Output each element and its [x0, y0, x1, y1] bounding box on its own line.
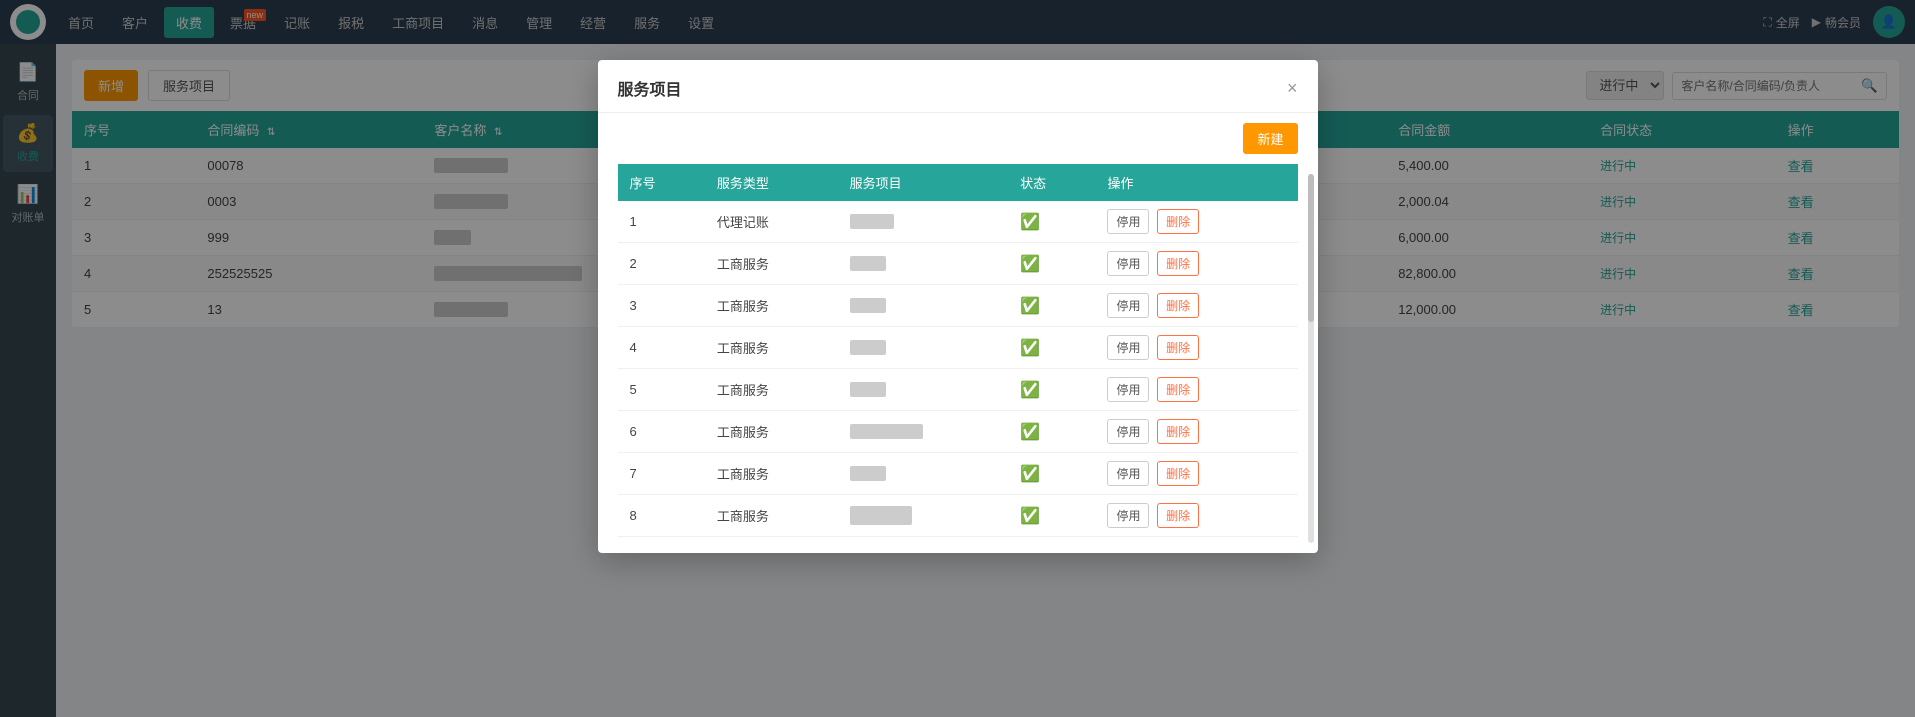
item-name-blurred: ████注册: [850, 506, 913, 525]
modal-cell-status: ✅: [1008, 285, 1095, 327]
modal-cell-action: 停用 删除: [1095, 243, 1297, 285]
modal-cell-seq: 2: [618, 243, 705, 285]
scrollbar-thumb[interactable]: [1308, 174, 1314, 322]
modal-toolbar: 新建: [598, 113, 1318, 164]
modal-cell-item: ████: [838, 327, 1009, 369]
modal-table-row: 4 工商服务 ████ ✅ 停用 删除: [618, 327, 1298, 369]
modal-cell-action: 停用 删除: [1095, 369, 1297, 411]
modal-cell-item: ████: [838, 285, 1009, 327]
status-check-icon: ✅: [1020, 466, 1040, 483]
modal-cell-item: ████: [838, 243, 1009, 285]
modal-title: 服务项目: [618, 76, 682, 100]
stop-button[interactable]: 停用: [1107, 293, 1149, 318]
modal-cell-type: 工商服务: [705, 453, 838, 495]
modal-cell-seq: 3: [618, 285, 705, 327]
modal-header: 服务项目 ×: [598, 60, 1318, 113]
modal-cell-action: 停用 删除: [1095, 201, 1297, 243]
modal-cell-seq: 8: [618, 495, 705, 537]
modal-cell-item: ████注册: [838, 495, 1009, 537]
modal-cell-status: ✅: [1008, 453, 1095, 495]
modal-cell-type: 工商服务: [705, 411, 838, 453]
modal-cell-action: 停用 删除: [1095, 285, 1297, 327]
status-check-icon: ✅: [1020, 298, 1040, 315]
item-name-blurred: ████: [850, 298, 887, 313]
delete-button[interactable]: 删除: [1157, 461, 1199, 486]
modal-cell-action: 停用 删除: [1095, 495, 1297, 537]
status-check-icon: ✅: [1020, 256, 1040, 273]
scrollbar-track: [1308, 174, 1314, 543]
stop-button[interactable]: 停用: [1107, 419, 1149, 444]
modal-cell-action: 停用 删除: [1095, 327, 1297, 369]
stop-button[interactable]: 停用: [1107, 377, 1149, 402]
modal-table-row: 7 工商服务 ████ ✅ 停用 删除: [618, 453, 1298, 495]
modal-cell-seq: 5: [618, 369, 705, 411]
modal-cell-item: ████: [838, 453, 1009, 495]
modal-cell-action: 停用 删除: [1095, 453, 1297, 495]
modal-cell-status: ✅: [1008, 201, 1095, 243]
service-items-table: 序号 服务类型 服务项目 状态 操作 1 代理记账 ████1 ✅ 停用 删除 …: [618, 164, 1298, 537]
modal-cell-type: 工商服务: [705, 243, 838, 285]
stop-button[interactable]: 停用: [1107, 335, 1149, 360]
delete-button[interactable]: 删除: [1157, 251, 1199, 276]
status-check-icon: ✅: [1020, 508, 1040, 525]
modal-cell-seq: 4: [618, 327, 705, 369]
modal-cell-item: ████1: [838, 201, 1009, 243]
modal-cell-type: 工商服务: [705, 495, 838, 537]
modal-table-row: 8 工商服务 ████注册 ✅ 停用 删除: [618, 495, 1298, 537]
modal-cell-status: ✅: [1008, 411, 1095, 453]
modal-cell-status: ✅: [1008, 369, 1095, 411]
modal-cell-status: ✅: [1008, 243, 1095, 285]
modal-cell-action: 停用 删除: [1095, 411, 1297, 453]
modal-cell-type: 代理记账: [705, 201, 838, 243]
item-name-blurred: ████: [850, 382, 887, 397]
modal-cell-seq: 1: [618, 201, 705, 243]
modal-cell-type: 工商服务: [705, 369, 838, 411]
item-name-blurred: ████1: [850, 214, 894, 229]
delete-button[interactable]: 删除: [1157, 419, 1199, 444]
stop-button[interactable]: 停用: [1107, 503, 1149, 528]
modal-table-row: 3 工商服务 ████ ✅ 停用 删除: [618, 285, 1298, 327]
status-check-icon: ✅: [1020, 340, 1040, 357]
modal-col-status: 状态: [1008, 164, 1095, 201]
modal-cell-type: 工商服务: [705, 327, 838, 369]
modal-col-seq: 序号: [618, 164, 705, 201]
stop-button[interactable]: 停用: [1107, 209, 1149, 234]
modal-table-row: 5 工商服务 ████ ✅ 停用 删除: [618, 369, 1298, 411]
modal-overlay[interactable]: 服务项目 × 新建 序号 服务类型 服务项目 状态 操作 1 代理记账 ████: [0, 0, 1915, 717]
modal-cell-status: ✅: [1008, 327, 1095, 369]
stop-button[interactable]: 停用: [1107, 251, 1149, 276]
modal-cell-status: ✅: [1008, 495, 1095, 537]
delete-button[interactable]: 删除: [1157, 293, 1199, 318]
modal-body: 序号 服务类型 服务项目 状态 操作 1 代理记账 ████1 ✅ 停用 删除 …: [598, 164, 1318, 553]
service-items-modal: 服务项目 × 新建 序号 服务类型 服务项目 状态 操作 1 代理记账 ████: [598, 60, 1318, 553]
modal-cell-seq: 6: [618, 411, 705, 453]
modal-table-row: 2 工商服务 ████ ✅ 停用 删除: [618, 243, 1298, 285]
status-check-icon: ✅: [1020, 424, 1040, 441]
status-check-icon: ✅: [1020, 214, 1040, 231]
modal-table-row: 1 代理记账 ████1 ✅ 停用 删除: [618, 201, 1298, 243]
modal-cell-type: 工商服务: [705, 285, 838, 327]
modal-table-row: 6 工商服务 ████████ ✅ 停用 删除: [618, 411, 1298, 453]
delete-button[interactable]: 删除: [1157, 209, 1199, 234]
item-name-blurred: ████: [850, 340, 887, 355]
delete-button[interactable]: 删除: [1157, 377, 1199, 402]
modal-cell-seq: 7: [618, 453, 705, 495]
modal-col-type: 服务类型: [705, 164, 838, 201]
item-name-blurred: ████: [850, 256, 887, 271]
item-name-blurred: ████: [850, 466, 887, 481]
status-check-icon: ✅: [1020, 382, 1040, 399]
modal-col-action: 操作: [1095, 164, 1297, 201]
delete-button[interactable]: 删除: [1157, 503, 1199, 528]
modal-col-item: 服务项目: [838, 164, 1009, 201]
modal-cell-item: ████████: [838, 411, 1009, 453]
modal-new-button[interactable]: 新建: [1243, 123, 1297, 154]
stop-button[interactable]: 停用: [1107, 461, 1149, 486]
modal-cell-item: ████: [838, 369, 1009, 411]
item-name-blurred: ████████: [850, 424, 924, 439]
delete-button[interactable]: 删除: [1157, 335, 1199, 360]
modal-close-button[interactable]: ×: [1287, 79, 1298, 97]
